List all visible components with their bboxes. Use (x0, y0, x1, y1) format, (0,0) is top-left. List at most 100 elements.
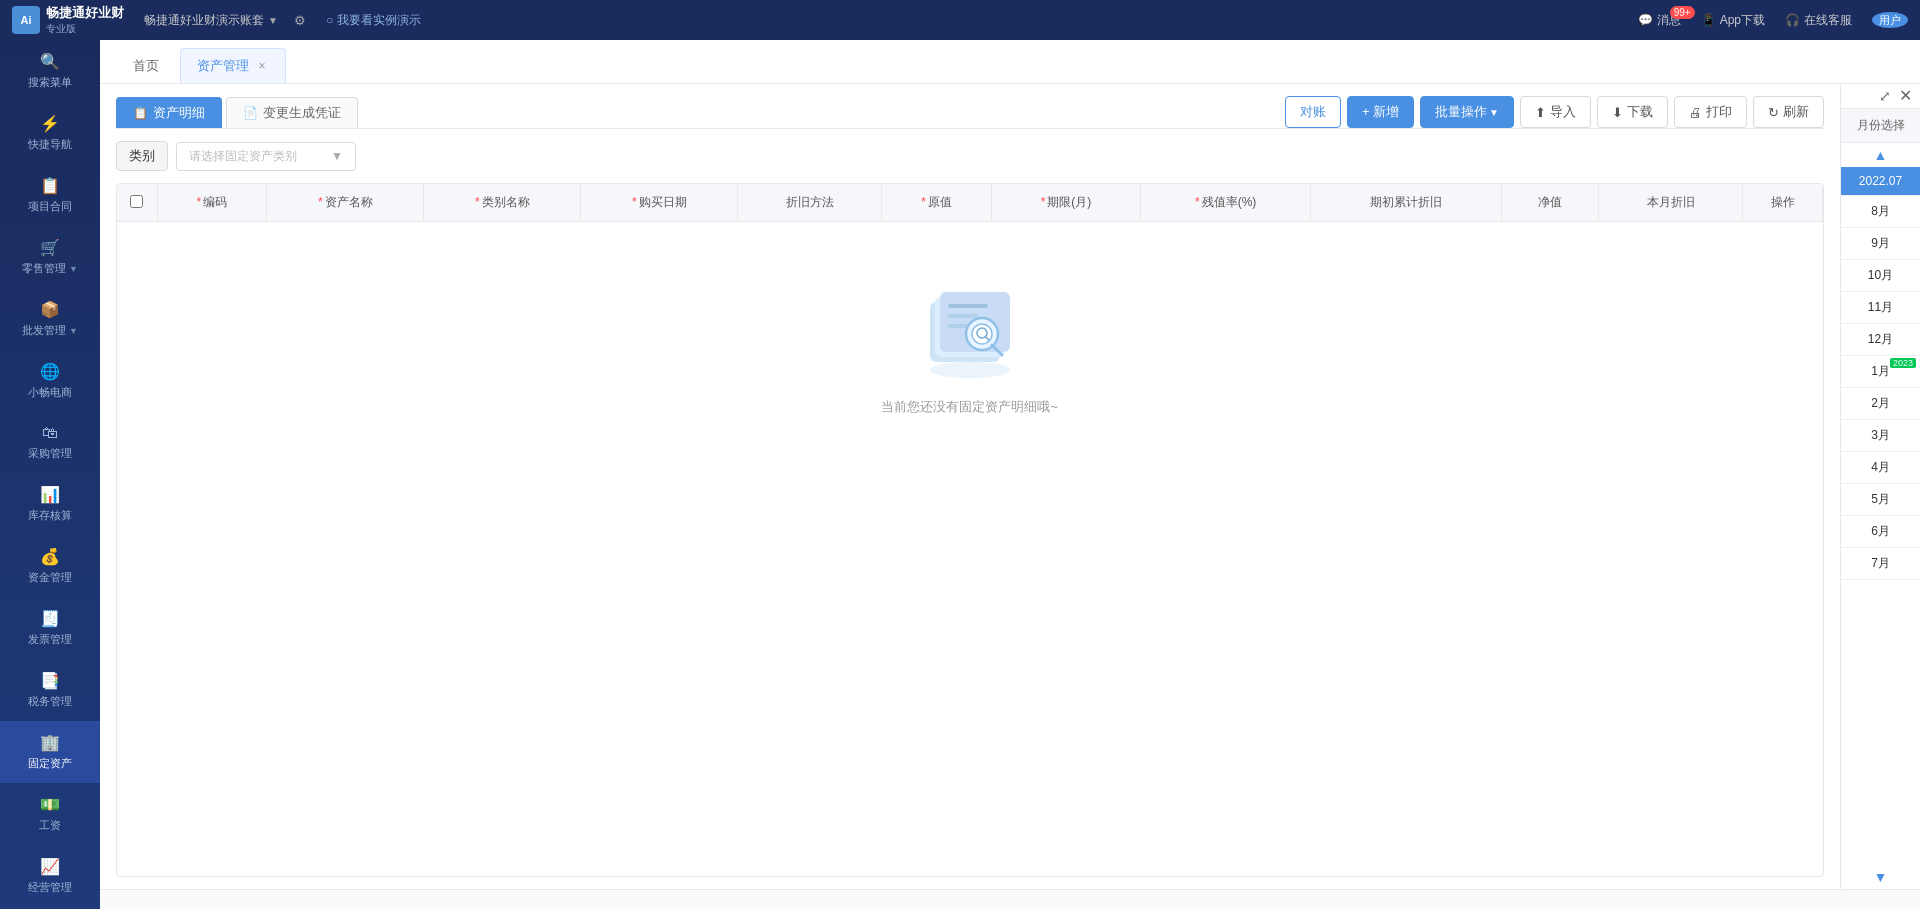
month-label-4: 11月 (1868, 300, 1893, 314)
sidebar-item-inventory[interactable]: 📊 库存核算 (0, 473, 100, 535)
print-icon: 🖨 (1689, 105, 1702, 120)
month-item-6[interactable]: 1月 2023 (1841, 356, 1920, 388)
sub-tab-change-voucher[interactable]: 📄 变更生成凭证 (226, 97, 358, 128)
category-select[interactable]: 请选择固定资产类别 ▼ (176, 142, 356, 171)
chevron-up-icon: ▲ (1874, 147, 1888, 163)
sidebar-item-tax[interactable]: 📑 税务管理 (0, 659, 100, 721)
download-btn-label: 下载 (1627, 103, 1653, 121)
message-btn[interactable]: 💬 消息 99+ (1638, 12, 1681, 29)
sidebar-item-assets[interactable]: 🏢 固定资产 (0, 721, 100, 783)
search-icon: 🔍 (40, 52, 60, 71)
month-item-12[interactable]: 7月 (1841, 548, 1920, 580)
sidebar-item-wholesale[interactable]: 📦 批发管理 ▼ (0, 288, 100, 350)
online-service-btn[interactable]: 🎧 在线客服 (1785, 12, 1852, 29)
month-item-7[interactable]: 2月 (1841, 388, 1920, 420)
wholesale-icon: 📦 (40, 300, 60, 319)
col-net-value: 净值 (1502, 184, 1599, 222)
message-badge: 99+ (1670, 6, 1695, 19)
sub-tab-change-voucher-label: 变更生成凭证 (263, 104, 341, 122)
import-btn[interactable]: ⬆ 导入 (1520, 96, 1591, 128)
col-period-accum: 期初累计折旧 (1311, 184, 1502, 222)
download-btn[interactable]: ⬇ 下载 (1597, 96, 1668, 128)
tab-assets[interactable]: 资产管理 × (180, 48, 286, 83)
company-selector[interactable]: 畅捷通好业财演示账套 ▼ (144, 12, 278, 29)
sidebar-item-operation[interactable]: 📈 经营管理 (0, 845, 100, 907)
svg-rect-5 (948, 314, 978, 318)
retail-arrow-icon: ▼ (69, 264, 78, 274)
sidebar: 🔍 搜索菜单 ⚡ 快捷导航 📋 项目合同 🛒 零售管理 ▼ 📦 批发管理 ▼ (0, 40, 100, 909)
sidebar-item-quick-nav-label: 快捷导航 (28, 137, 72, 152)
sub-tabs: 📋 资产明细 📄 变更生成凭证 对账 + 新增 (116, 96, 1824, 129)
sub-tab-asset-detail[interactable]: 📋 资产明细 (116, 97, 222, 128)
invoice-icon: 🧾 (40, 609, 60, 628)
download-icon: ⬇ (1612, 105, 1623, 120)
month-item-0[interactable]: 2022.07 (1841, 167, 1920, 196)
empty-text: 当前您还没有固定资产明细哦~ (881, 398, 1058, 416)
app-logo: Ai 畅捷通好业财 专业版 (12, 4, 124, 36)
sidebar-item-ecom[interactable]: 🌐 小畅电商 (0, 350, 100, 412)
month-list: 2022.07 8月 9月 10月 11月 12月 (1841, 167, 1920, 865)
month-item-1[interactable]: 8月 (1841, 196, 1920, 228)
settings-icon[interactable]: ⚙ (294, 13, 306, 28)
add-btn[interactable]: + 新增 (1347, 96, 1414, 128)
sidebar-item-project[interactable]: 📋 项目合同 (0, 164, 100, 226)
month-item-3[interactable]: 10月 (1841, 260, 1920, 292)
month-item-2[interactable]: 9月 (1841, 228, 1920, 260)
col-depreciation: 折旧方法 (738, 184, 882, 222)
content-area: 首页 资产管理 × 📋 资产明细 📄 变更生成凭证 (100, 40, 1920, 909)
salary-icon: 💵 (40, 795, 60, 814)
empty-illustration (910, 282, 1030, 382)
sidebar-item-retail[interactable]: 🛒 零售管理 ▼ (0, 226, 100, 288)
sidebar-item-fund-label: 资金管理 (28, 570, 72, 585)
refresh-btn[interactable]: ↻ 刷新 (1753, 96, 1824, 128)
col-check (117, 184, 157, 222)
inventory-icon: 📊 (40, 485, 60, 504)
asset-table: 编码 资产名称 类别名称 购买日期 折旧方法 原值 期限(月) 残值率(%) 期… (117, 184, 1823, 476)
batch-btn[interactable]: 批量操作 ▼ (1420, 96, 1514, 128)
month-item-8[interactable]: 3月 (1841, 420, 1920, 452)
sidebar-item-salary[interactable]: 💵 工资 (0, 783, 100, 845)
sidebar-item-fund[interactable]: 💰 资金管理 (0, 535, 100, 597)
sidebar-item-quick-nav[interactable]: ⚡ 快捷导航 (0, 102, 100, 164)
demo-link[interactable]: ○ 我要看实例演示 (326, 12, 421, 29)
col-month-depreciation: 本月折旧 (1599, 184, 1743, 222)
tax-icon: 📑 (40, 671, 60, 690)
sidebar-item-ecom-label: 小畅电商 (28, 385, 72, 400)
month-scroll-up-btn[interactable]: ▲ (1841, 143, 1920, 167)
month-item-4[interactable]: 11月 (1841, 292, 1920, 324)
wholesale-label: 批发管理 (22, 323, 66, 338)
user-menu[interactable]: 用户 (1872, 13, 1908, 28)
topbar-right: 💬 消息 99+ 📱 App下载 🎧 在线客服 用户 (1638, 12, 1908, 29)
table-body: 当前您还没有固定资产明细哦~ (117, 222, 1823, 477)
month-scroll-down-btn[interactable]: ▼ (1841, 865, 1920, 889)
sidebar-item-invoice[interactable]: 🧾 发票管理 (0, 597, 100, 659)
assets-icon: 🏢 (40, 733, 60, 752)
filter-bar: 类别 请选择固定资产类别 ▼ (116, 141, 1824, 171)
asset-detail-tab-icon: 📋 (133, 106, 148, 120)
month-item-5[interactable]: 12月 (1841, 324, 1920, 356)
sub-tab-asset-detail-label: 资产明细 (153, 104, 205, 122)
match-btn[interactable]: 对账 (1285, 96, 1341, 128)
month-label-9: 4月 (1871, 460, 1890, 474)
tab-assets-label: 资产管理 (197, 57, 249, 75)
sidebar-item-purchase[interactable]: 🛍 采购管理 (0, 412, 100, 473)
tab-home-label: 首页 (133, 57, 159, 75)
chevron-down-icon: ▼ (1874, 869, 1888, 885)
tab-home[interactable]: 首页 (116, 48, 176, 83)
message-icon: 💬 (1638, 13, 1653, 27)
sidebar-item-search[interactable]: 🔍 搜索菜单 (0, 40, 100, 102)
ecom-icon: 🌐 (40, 362, 60, 381)
svg-point-0 (930, 362, 1010, 378)
tab-assets-close-icon[interactable]: × (255, 59, 269, 73)
month-item-9[interactable]: 4月 (1841, 452, 1920, 484)
svg-rect-4 (948, 304, 988, 308)
month-item-10[interactable]: 5月 (1841, 484, 1920, 516)
panel-expand-icon[interactable]: ⤢ (1879, 88, 1891, 104)
print-btn[interactable]: 🖨 打印 (1674, 96, 1747, 128)
app-download-btn[interactable]: 📱 App下载 (1701, 12, 1765, 29)
purchase-icon: 🛍 (42, 424, 58, 442)
month-item-11[interactable]: 6月 (1841, 516, 1920, 548)
month-label-7: 2月 (1871, 396, 1890, 410)
panel-close-icon[interactable]: ✕ (1899, 88, 1912, 104)
select-all-checkbox[interactable] (130, 195, 143, 208)
